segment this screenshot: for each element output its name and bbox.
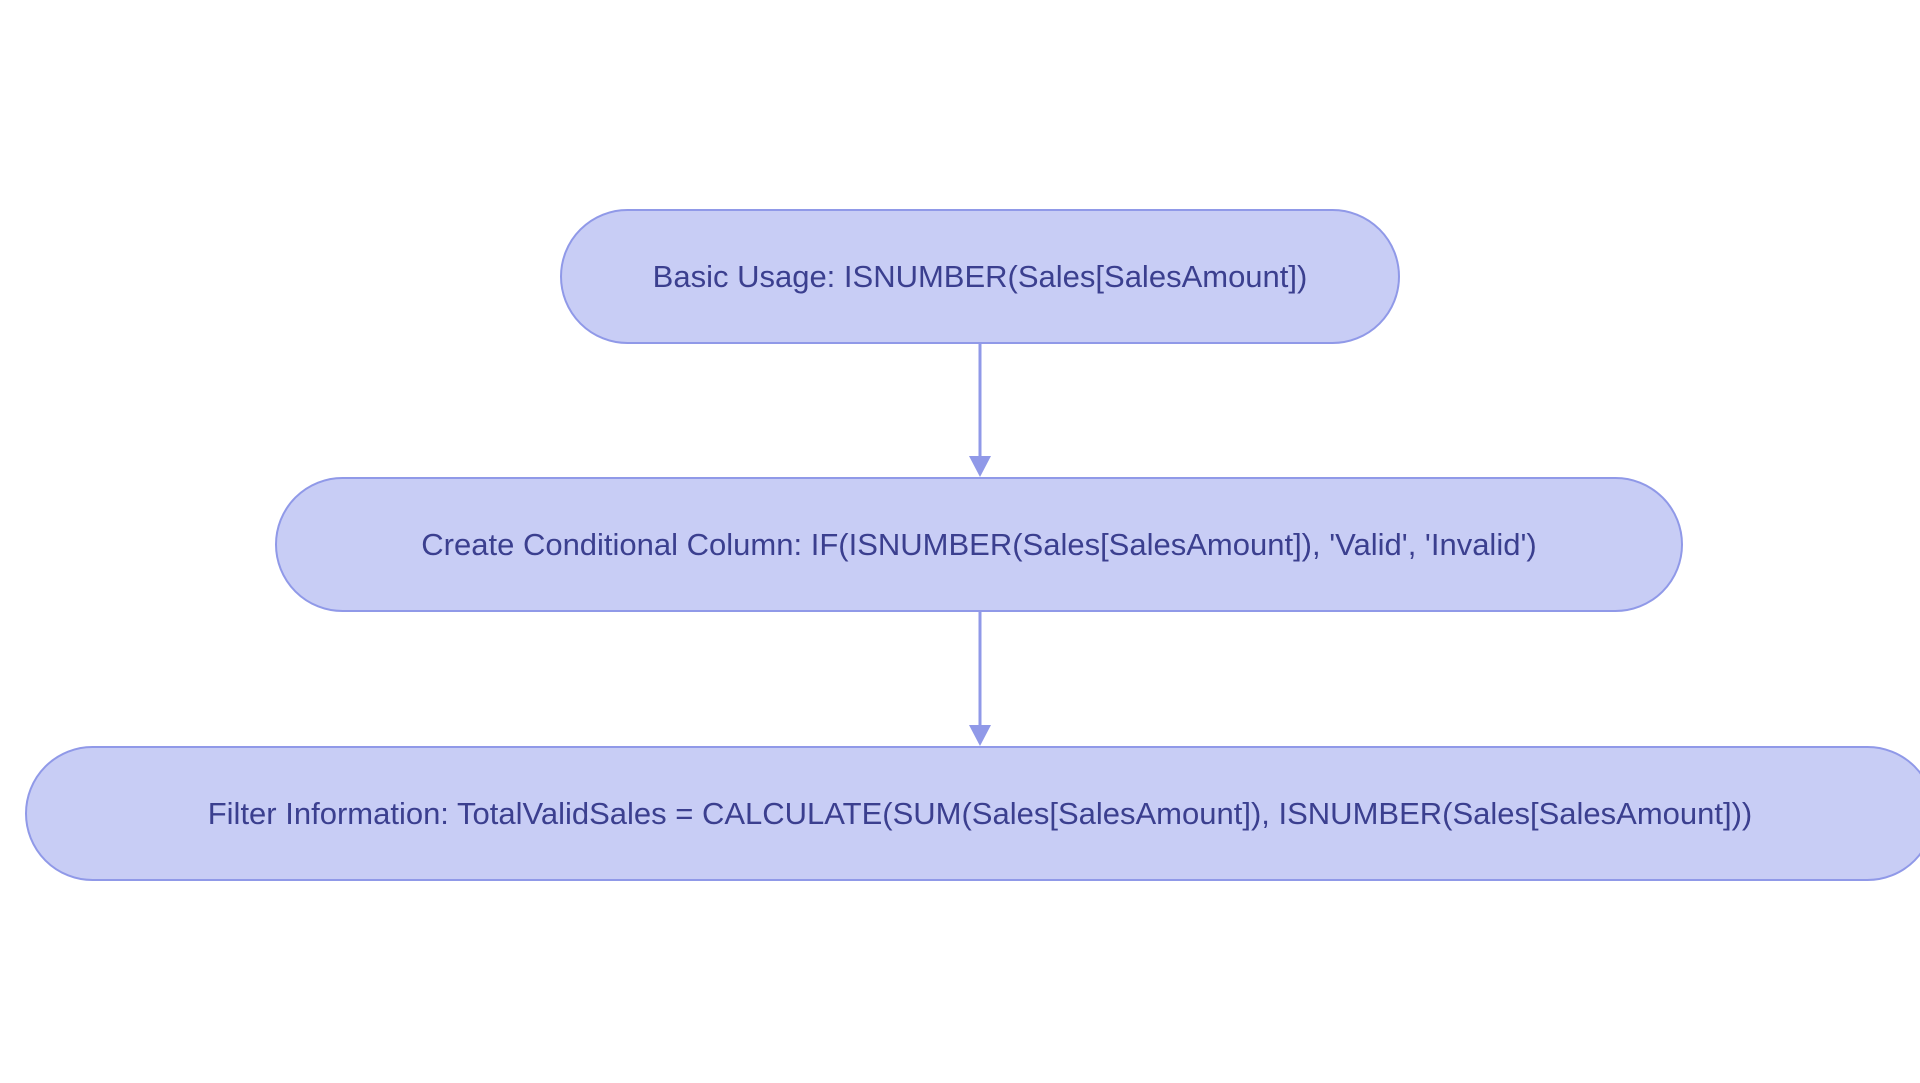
flowchart-node-2: Create Conditional Column: IF(ISNUMBER(S…	[275, 477, 1683, 612]
arrow-1-to-2	[955, 344, 1005, 480]
node-label: Filter Information: TotalValidSales = CA…	[208, 796, 1753, 832]
flowchart-node-3: Filter Information: TotalValidSales = CA…	[25, 746, 1920, 881]
diagram-canvas: Basic Usage: ISNUMBER(Sales[SalesAmount]…	[0, 0, 1920, 1083]
arrow-2-to-3	[955, 612, 1005, 749]
flowchart-node-1: Basic Usage: ISNUMBER(Sales[SalesAmount]…	[560, 209, 1400, 344]
node-label: Create Conditional Column: IF(ISNUMBER(S…	[421, 527, 1536, 563]
node-label: Basic Usage: ISNUMBER(Sales[SalesAmount]…	[653, 259, 1308, 295]
